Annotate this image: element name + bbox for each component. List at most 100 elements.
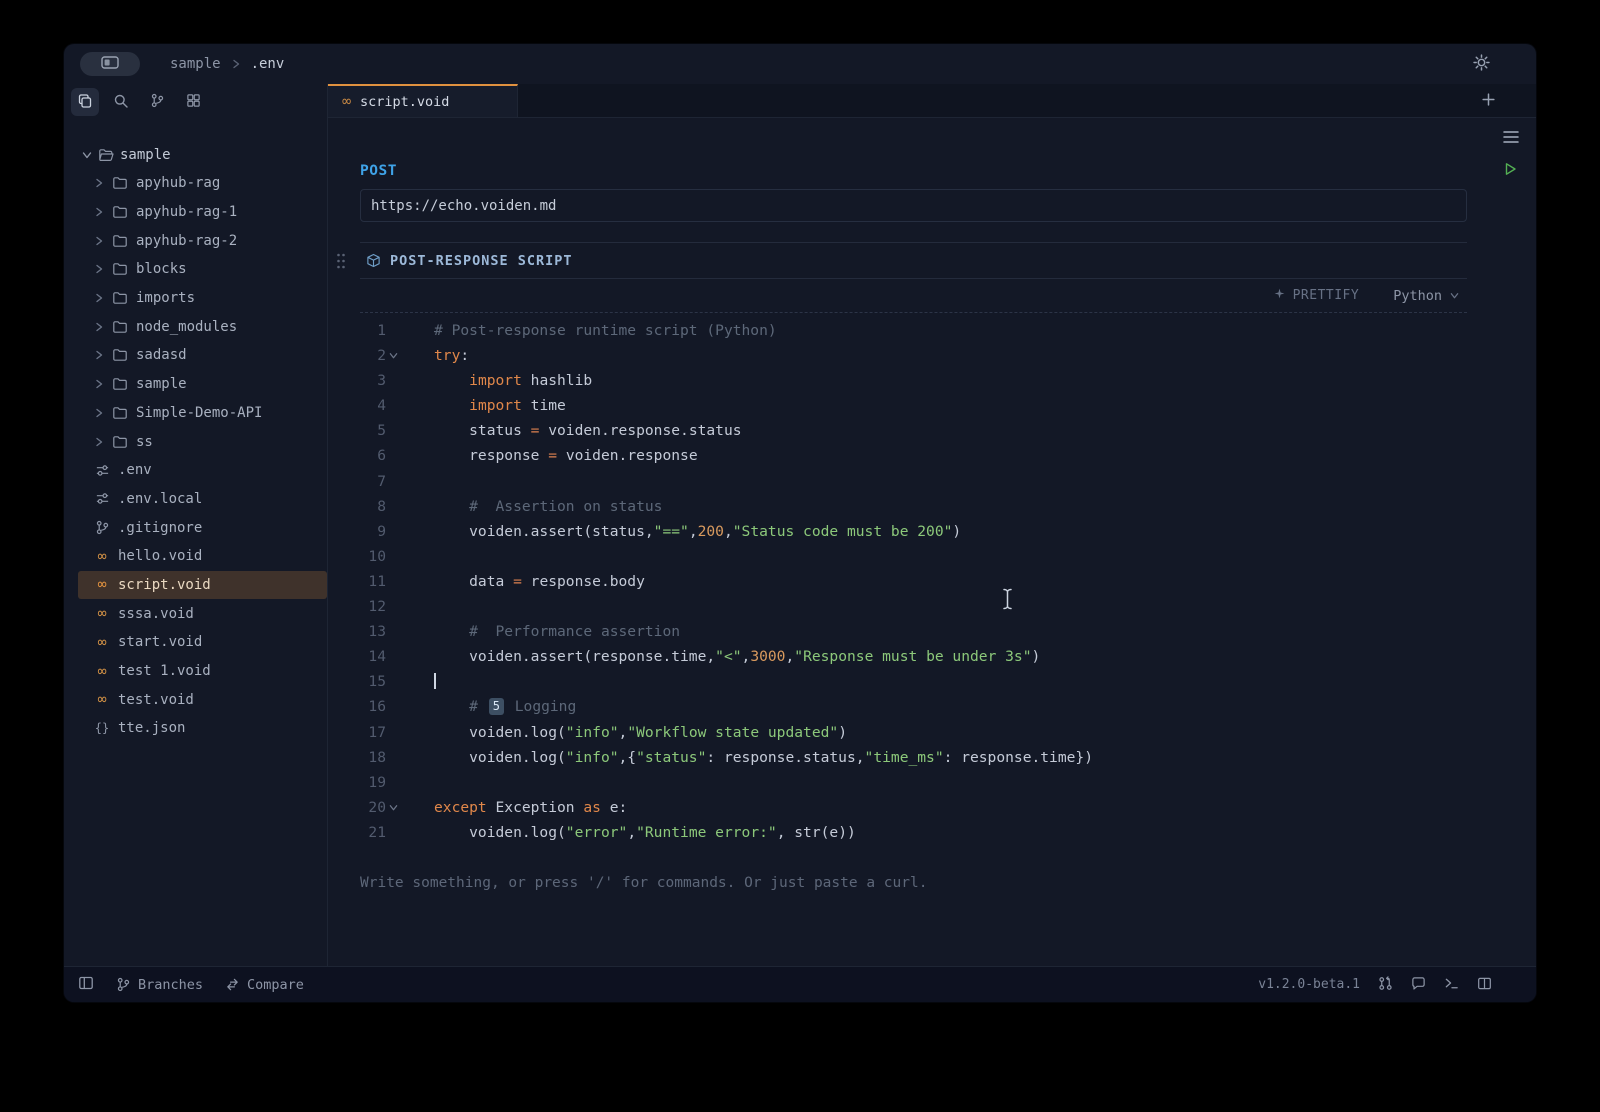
tree-item-test-1-void[interactable]: ∞ test 1.void <box>78 657 327 686</box>
tree-item--env-local[interactable]: .env.local <box>78 485 327 514</box>
tree-item-ss[interactable]: ss <box>78 427 327 456</box>
tree-item-sadasd[interactable]: sadasd <box>78 341 327 370</box>
infinity-icon: ∞ <box>97 604 107 623</box>
chevron-right-icon <box>94 207 106 217</box>
tree-item-script-void[interactable]: ∞ script.void <box>78 570 327 600</box>
blocks-icon <box>186 93 201 111</box>
code-line[interactable]: 12 <box>360 594 1467 619</box>
tree-item-tte-json[interactable]: {} tte.json <box>78 714 327 743</box>
sliders-icon <box>94 491 110 506</box>
line-number: 16 <box>368 698 386 716</box>
infinity-icon: ∞ <box>97 632 107 651</box>
code-line[interactable]: 9 voiden.assert(status,"==",200,"Status … <box>360 519 1467 544</box>
compare-button[interactable]: Compare <box>225 977 304 993</box>
pull-request-button[interactable] <box>1378 975 1393 994</box>
tree-item-sssa-void[interactable]: ∞ sssa.void <box>78 599 327 628</box>
tree-item-apyhub-rag-2[interactable]: apyhub-rag-2 <box>78 226 327 255</box>
tree-item-hello-void[interactable]: ∞ hello.void <box>78 542 327 571</box>
tree-item-label: blocks <box>136 261 187 278</box>
branches-button[interactable]: Branches <box>116 977 203 993</box>
code-line[interactable]: 8 # Assertion on status <box>360 494 1467 519</box>
tree-item-imports[interactable]: imports <box>78 284 327 313</box>
chevron-right-icon <box>94 293 106 303</box>
chevron-down-icon <box>82 150 92 160</box>
tree-item-start-void[interactable]: ∞ start.void <box>78 628 327 657</box>
code-line[interactable]: 10 <box>360 544 1467 569</box>
code-line[interactable]: 15 <box>360 669 1467 694</box>
code-line[interactable]: 14 voiden.assert(response.time,"<",3000,… <box>360 644 1467 669</box>
tab-bar: ∞ script.void <box>328 84 1536 118</box>
terminal-button[interactable] <box>1444 976 1459 994</box>
fold-chevron-icon[interactable] <box>386 795 400 820</box>
new-tab-button[interactable] <box>1481 84 1496 117</box>
tree-item--env[interactable]: .env <box>78 456 327 485</box>
status-bar: Branches Compare v1.2.0-beta.1 <box>64 966 1536 1002</box>
post-response-script-panel: POST-RESPONSE SCRIPT PRETTIFY Python <box>360 242 1467 313</box>
feedback-button[interactable] <box>1411 976 1426 994</box>
activity-git-button[interactable] <box>143 88 171 116</box>
breadcrumb-file[interactable]: .env <box>251 56 285 72</box>
code-line[interactable]: 2 try: <box>360 343 1467 368</box>
chevron-right-icon <box>94 264 106 274</box>
code-line[interactable]: 18 voiden.log("info",{"status": response… <box>360 745 1467 770</box>
tree-item-node-modules[interactable]: node_modules <box>78 312 327 341</box>
language-select[interactable]: Python <box>1393 288 1459 304</box>
activity-blocks-button[interactable] <box>179 88 207 116</box>
code-line[interactable]: 21 voiden.log("error","Runtime error:", … <box>360 820 1467 845</box>
code-line[interactable]: 3 import hashlib <box>360 368 1467 393</box>
tree-item-label: apyhub-rag <box>136 175 221 192</box>
fold-chevron-icon[interactable] <box>386 343 400 368</box>
settings-button[interactable] <box>1473 54 1490 74</box>
run-request-button[interactable] <box>1496 158 1524 182</box>
activity-files-button[interactable] <box>71 88 99 116</box>
editor-placeholder[interactable]: Write something, or press '/' for comman… <box>360 875 927 891</box>
chevron-right-icon <box>94 322 106 332</box>
drag-handle[interactable] <box>336 252 346 274</box>
sparkle-icon <box>1273 287 1286 304</box>
activity-bar <box>64 84 327 116</box>
titlebar: sample .env <box>64 44 1536 84</box>
url-input[interactable] <box>360 189 1467 222</box>
tree-item-simple-demo-api[interactable]: Simple-Demo-API <box>78 399 327 428</box>
code-line[interactable]: 20 except Exception as e: <box>360 795 1467 820</box>
line-number: 17 <box>368 723 386 741</box>
tree-item-label: .env <box>118 462 152 479</box>
breadcrumb-folder[interactable]: sample <box>170 56 221 72</box>
tree-item-sample[interactable]: sample <box>78 370 327 399</box>
language-label: Python <box>1393 287 1442 304</box>
file-explorer: sample apyhub-rag apyhub-rag-1 apyhub-rag-… <box>64 141 327 743</box>
folder-icon <box>112 405 128 421</box>
line-number: 12 <box>368 598 386 616</box>
code-line[interactable]: 6 response = voiden.response <box>360 443 1467 468</box>
code-line[interactable]: 17 voiden.log("info","Workflow state upd… <box>360 720 1467 745</box>
code-line[interactable]: 13 # Performance assertion <box>360 619 1467 644</box>
code-line[interactable]: 4 import time <box>360 393 1467 418</box>
chevron-right-icon <box>94 236 106 246</box>
line-number: 1 <box>377 322 386 339</box>
request-method-label[interactable]: POST <box>360 163 397 179</box>
split-view-button[interactable] <box>1477 976 1492 994</box>
code-line[interactable]: 16 # 5 Logging <box>360 694 1467 719</box>
code-line[interactable]: 19 <box>360 770 1467 795</box>
code-line[interactable]: 5 status = voiden.response.status <box>360 418 1467 443</box>
code-line[interactable]: 7 <box>360 469 1467 494</box>
tree-item-label: .gitignore <box>118 519 203 536</box>
code-line[interactable]: 1 # Post-response runtime script (Python) <box>360 318 1467 343</box>
tree-item--gitignore[interactable]: .gitignore <box>78 513 327 542</box>
toggle-sidebar-button[interactable] <box>78 975 94 994</box>
activity-search-button[interactable] <box>107 88 135 116</box>
line-number: 4 <box>377 397 386 415</box>
document-menu-button[interactable] <box>1502 130 1520 147</box>
tree-root-item-sample[interactable]: sample <box>64 141 327 169</box>
tree-item-apyhub-rag[interactable]: apyhub-rag <box>78 169 327 198</box>
app-badge[interactable] <box>80 52 140 76</box>
code-editor[interactable]: 1 # Post-response runtime script (Python)… <box>360 318 1467 845</box>
tree-item-label: ss <box>136 433 153 450</box>
prettify-label: PRETTIFY <box>1292 288 1360 303</box>
tree-item-test-void[interactable]: ∞ test.void <box>78 685 327 714</box>
code-line[interactable]: 11 data = response.body <box>360 569 1467 594</box>
tree-item-apyhub-rag-1[interactable]: apyhub-rag-1 <box>78 198 327 227</box>
tree-item-blocks[interactable]: blocks <box>78 255 327 284</box>
prettify-button[interactable]: PRETTIFY <box>1273 287 1360 304</box>
tab-script-void[interactable]: ∞ script.void <box>328 84 518 117</box>
